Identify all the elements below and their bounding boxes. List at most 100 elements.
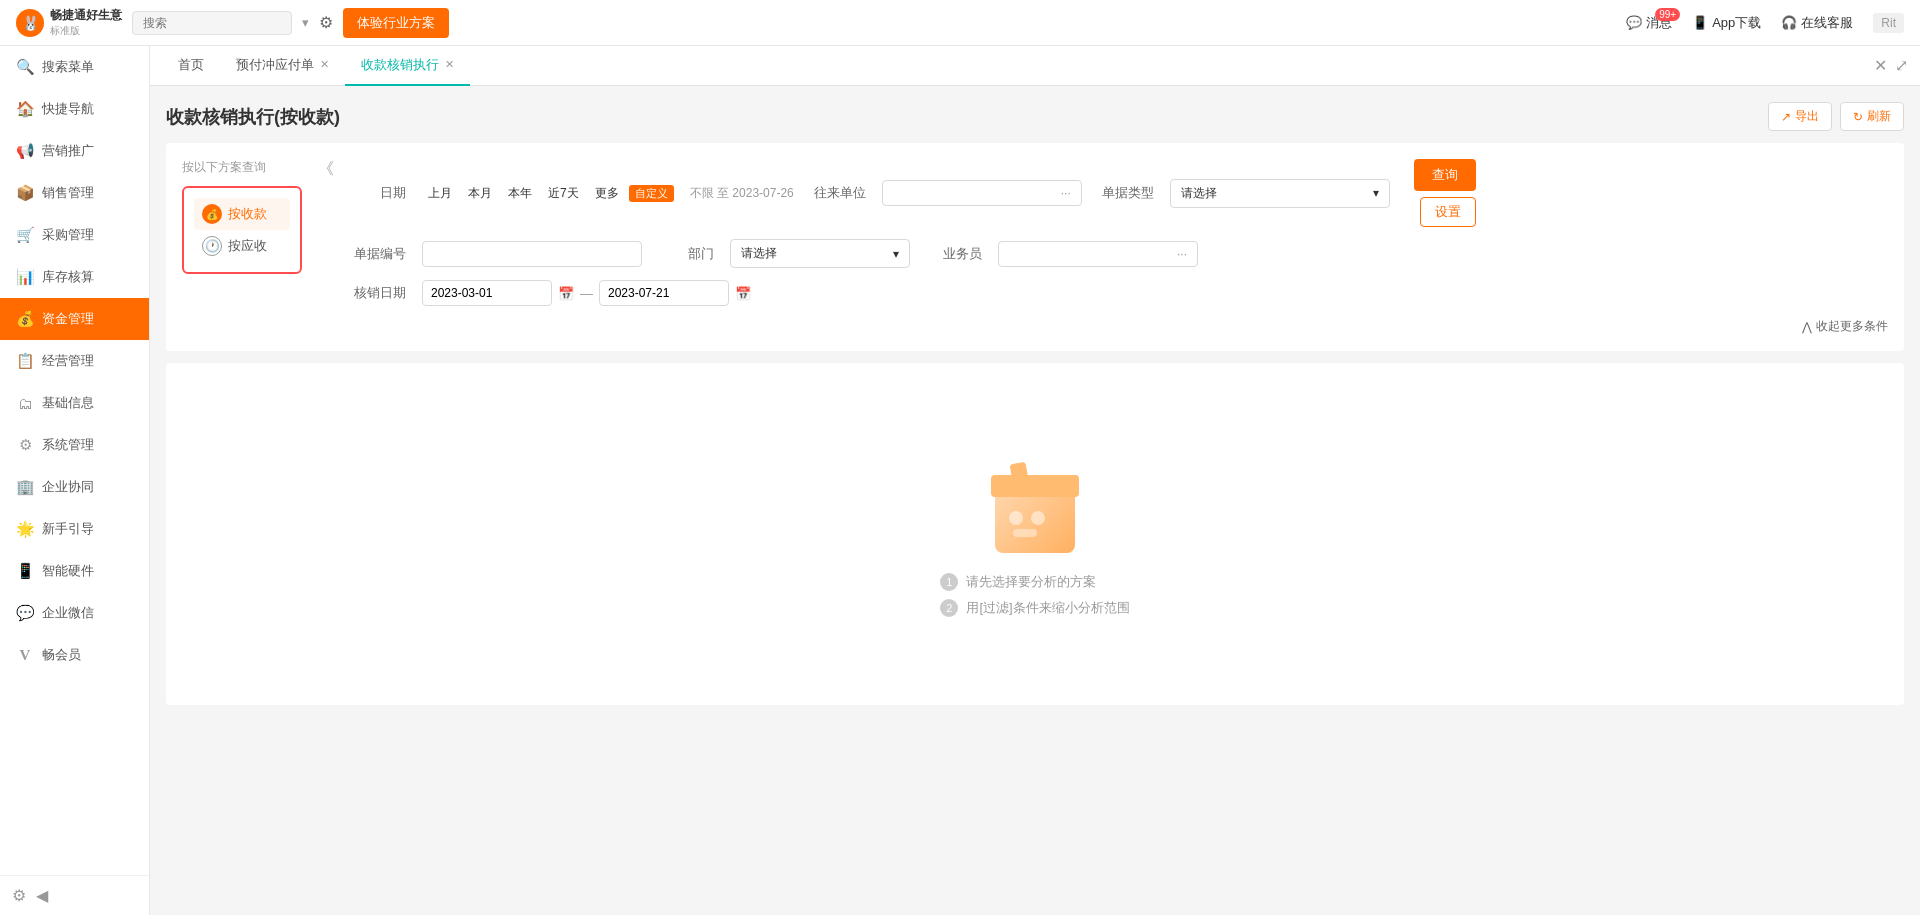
query-button[interactable]: 查询 bbox=[1414, 159, 1476, 191]
sales-person-dots: ··· bbox=[1177, 247, 1187, 261]
expand-tab-button[interactable]: ⤢ bbox=[1895, 56, 1908, 75]
tab-prepay-close[interactable]: ✕ bbox=[320, 58, 329, 71]
sidebar-item-hardware[interactable]: 📱 智能硬件 bbox=[0, 550, 149, 592]
close-tab-button[interactable]: ✕ bbox=[1874, 56, 1887, 75]
voucher-type-arrow: ▾ bbox=[1373, 186, 1379, 200]
filter-area: 日期 上月 本月 本年 近7天 更多 自定义 不限 至 2023-07-26 往… bbox=[350, 159, 1888, 335]
voucher-type-select[interactable]: 请选择 ▾ bbox=[1170, 179, 1390, 208]
tab-receipt[interactable]: 收款核销执行 ✕ bbox=[345, 46, 470, 86]
sidebar-item-inventory[interactable]: 📊 库存核算 bbox=[0, 256, 149, 298]
sidebar-item-quicknav[interactable]: 🏠 快捷导航 bbox=[0, 88, 149, 130]
empty-step1-label: 请先选择要分析的方案 bbox=[966, 573, 1096, 591]
date-buttons: 上月 本月 本年 近7天 更多 自定义 bbox=[422, 183, 674, 204]
message-button[interactable]: 💬 消息 99+ bbox=[1626, 14, 1672, 32]
sidebar-item-search[interactable]: 🔍 搜索菜单 bbox=[0, 46, 149, 88]
sidebar-label-wechat: 企业微信 bbox=[42, 604, 94, 622]
tab-home[interactable]: 首页 bbox=[162, 46, 220, 86]
date-custom-badge[interactable]: 自定义 bbox=[629, 185, 674, 202]
sidebar-item-wechat[interactable]: 💬 企业微信 bbox=[0, 592, 149, 634]
collapse-more-button[interactable]: ⋀ 收起更多条件 bbox=[1802, 318, 1888, 335]
user-name[interactable]: Rit bbox=[1873, 13, 1904, 33]
sidebar-label-enterprise: 企业协同 bbox=[42, 478, 94, 496]
voucher-no-input[interactable] bbox=[422, 241, 642, 267]
export-button[interactable]: ↗ 导出 bbox=[1768, 102, 1832, 131]
sidebar-item-biz[interactable]: 📋 经营管理 bbox=[0, 340, 149, 382]
sales-person-label: 业务员 bbox=[926, 245, 982, 263]
collapse-sidebar-icon[interactable]: ◀ bbox=[36, 886, 48, 905]
tab-receipt-close[interactable]: ✕ bbox=[445, 58, 454, 71]
date-btn-7days[interactable]: 近7天 bbox=[542, 183, 585, 204]
receivable-option-label: 按应收 bbox=[228, 237, 267, 255]
page-actions: ↗ 导出 ↻ 刷新 bbox=[1768, 102, 1904, 131]
tab-home-label: 首页 bbox=[178, 56, 204, 74]
trial-button[interactable]: 体验行业方案 bbox=[343, 8, 449, 38]
sidebar-label-vip: 畅会员 bbox=[42, 646, 81, 664]
sidebar-item-finance[interactable]: 💰 资金管理 bbox=[0, 298, 149, 340]
bottom-settings-icon[interactable]: ⚙ bbox=[12, 886, 26, 905]
query-btn-area: 查询 设置 bbox=[1406, 159, 1476, 227]
online-service-button[interactable]: 🎧 在线客服 bbox=[1781, 14, 1853, 32]
filter-settings-button[interactable]: 设置 bbox=[1420, 197, 1476, 227]
sidebar-item-enterprise[interactable]: 🏢 企业协同 bbox=[0, 466, 149, 508]
collapse-chevron-icon: ⋀ bbox=[1802, 320, 1812, 334]
empty-box-handle bbox=[1010, 462, 1029, 483]
dept-label: 部门 bbox=[658, 245, 714, 263]
calendar-to-icon[interactable]: 📅 bbox=[735, 286, 751, 301]
calendar-from-icon[interactable]: 📅 bbox=[558, 286, 574, 301]
date-btn-last-month[interactable]: 上月 bbox=[422, 183, 458, 204]
empty-step1-num: 1 bbox=[940, 573, 958, 591]
sidebar-item-basic[interactable]: 🗂 基础信息 bbox=[0, 382, 149, 424]
verify-date-to-input[interactable] bbox=[599, 280, 729, 306]
counterparty-input[interactable]: ··· bbox=[882, 180, 1082, 206]
sales-person-input[interactable]: ··· bbox=[998, 241, 1198, 267]
top-bar: 🐰 畅捷通好生意 标准版 ▾ ⚙ 体验行业方案 💬 消息 99+ 📱 App下载… bbox=[0, 0, 1920, 46]
refresh-icon: ↻ bbox=[1853, 110, 1863, 124]
date-btn-this-month[interactable]: 本月 bbox=[462, 183, 498, 204]
refresh-button[interactable]: ↻ 刷新 bbox=[1840, 102, 1904, 131]
app-download-button[interactable]: 📱 App下载 bbox=[1692, 14, 1761, 32]
sidebar-item-marketing[interactable]: 📢 营销推广 bbox=[0, 130, 149, 172]
sidebar-label-hardware: 智能硬件 bbox=[42, 562, 94, 580]
settings-icon[interactable]: ⚙ bbox=[319, 13, 333, 32]
sidebar-label-purchase: 采购管理 bbox=[42, 226, 94, 244]
date-label: 日期 bbox=[350, 184, 406, 202]
counterparty-dots: ··· bbox=[1061, 186, 1071, 200]
collapse-more-label: 收起更多条件 bbox=[1816, 318, 1888, 335]
query-option-by-receipt[interactable]: 💰 按收款 bbox=[194, 198, 290, 230]
search-input[interactable] bbox=[132, 11, 292, 35]
date-range-text: 不限 至 2023-07-26 bbox=[690, 185, 794, 202]
sidebar-item-purchase[interactable]: 🛒 采购管理 bbox=[0, 214, 149, 256]
query-sidebar-title: 按以下方案查询 bbox=[182, 159, 302, 176]
verify-date-from-input[interactable] bbox=[422, 280, 552, 306]
collapse-panel-button[interactable]: 《 bbox=[318, 159, 334, 180]
dept-select[interactable]: 请选择 ▾ bbox=[730, 239, 910, 268]
dropdown-arrow-icon[interactable]: ▾ bbox=[302, 15, 309, 30]
guide-icon: 🌟 bbox=[16, 520, 34, 538]
system-icon: ⚙ bbox=[16, 436, 34, 454]
top-bar-right: 💬 消息 99+ 📱 App下载 🎧 在线客服 Rit bbox=[1626, 13, 1904, 33]
sidebar-item-sales[interactable]: 📦 销售管理 bbox=[0, 172, 149, 214]
date-btn-this-year[interactable]: 本年 bbox=[502, 183, 538, 204]
finance-icon: 💰 bbox=[16, 310, 34, 328]
date-btn-more[interactable]: 更多 bbox=[589, 183, 625, 204]
dept-placeholder: 请选择 bbox=[741, 245, 777, 262]
sidebar-label-quicknav: 快捷导航 bbox=[42, 100, 94, 118]
query-option-box: 💰 按收款 🕐 按应收 bbox=[182, 186, 302, 274]
brand-name: 畅捷通好生意 标准版 bbox=[50, 7, 122, 38]
dept-arrow: ▾ bbox=[893, 247, 899, 261]
brand: 🐰 畅捷通好生意 标准版 bbox=[16, 7, 122, 38]
sidebar-label-marketing: 营销推广 bbox=[42, 142, 94, 160]
sidebar-bottom: ⚙ ◀ bbox=[0, 875, 149, 915]
voucher-type-placeholder: 请选择 bbox=[1181, 185, 1217, 202]
tab-prepay[interactable]: 预付冲应付单 ✕ bbox=[220, 46, 345, 86]
marketing-icon: 📢 bbox=[16, 142, 34, 160]
sidebar-label-basic: 基础信息 bbox=[42, 394, 94, 412]
empty-box-eye1 bbox=[1009, 511, 1023, 525]
sidebar-item-guide[interactable]: 🌟 新手引导 bbox=[0, 508, 149, 550]
sidebar-item-vip[interactable]: V 畅会员 bbox=[0, 634, 149, 676]
sales-icon: 📦 bbox=[16, 184, 34, 202]
query-option-by-receivable[interactable]: 🕐 按应收 bbox=[194, 230, 290, 262]
sidebar-label-system: 系统管理 bbox=[42, 436, 94, 454]
inventory-icon: 📊 bbox=[16, 268, 34, 286]
sidebar-item-system[interactable]: ⚙ 系统管理 bbox=[0, 424, 149, 466]
